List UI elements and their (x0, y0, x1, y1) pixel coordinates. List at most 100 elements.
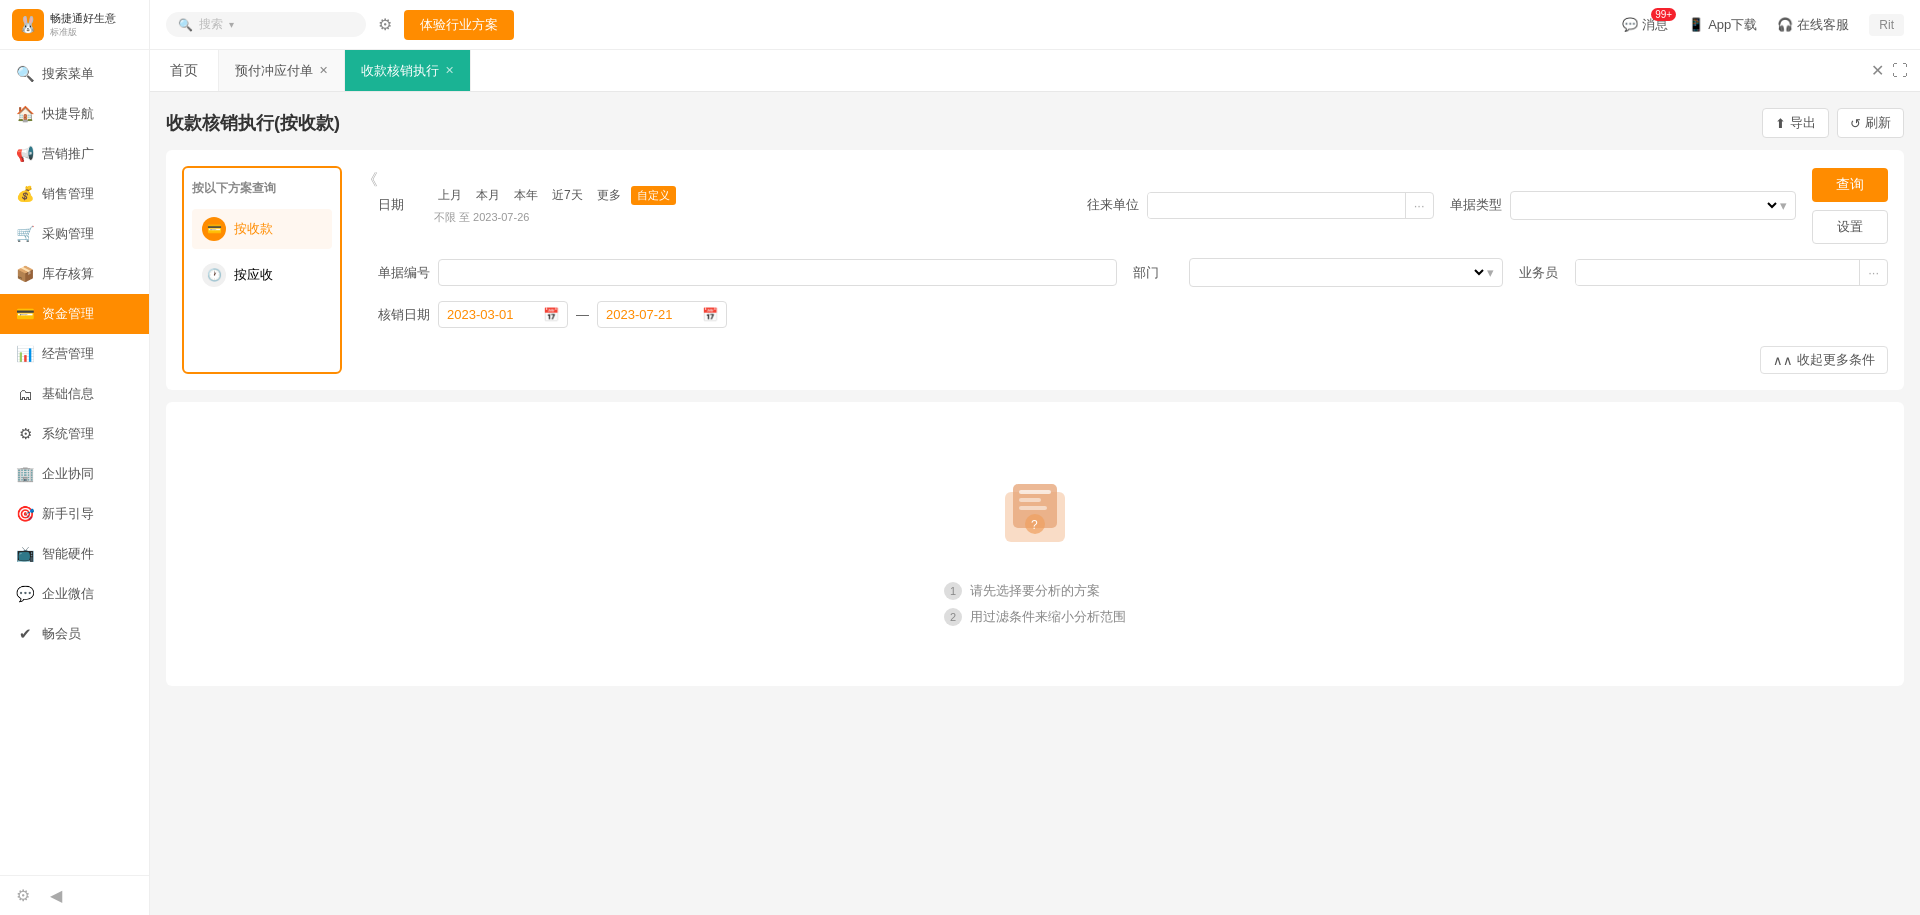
bill-no-input[interactable] (438, 259, 1117, 286)
sidebar-icon-beginner: 🎯 (16, 505, 34, 523)
tab-prepay-close[interactable]: ✕ (319, 64, 328, 77)
date-btn-this-year[interactable]: 本年 (510, 185, 542, 206)
top-header: 🔍 搜索 ▾ ⚙ 体验行业方案 💬 消息 99+ 📱 App下载 🎧 在线客服 … (150, 0, 1920, 50)
app-icon: 📱 (1688, 17, 1704, 32)
tab-receivable-label: 收款核销执行 (361, 62, 439, 80)
sidebar-icon-finance: 💳 (16, 305, 34, 323)
tab-receivable-writeoff[interactable]: 收款核销执行 ✕ (345, 50, 471, 91)
sidebar-icon-operation: 📊 (16, 345, 34, 363)
header-right: 💬 消息 99+ 📱 App下载 🎧 在线客服 Rit (1622, 14, 1904, 36)
dept-select[interactable] (1198, 264, 1487, 281)
bill-type-chevron: ▾ (1780, 198, 1787, 213)
sidebar-item-inventory[interactable]: 📦 库存核算 (0, 254, 149, 294)
msg-icon: 💬 (1622, 17, 1638, 32)
setting-btn[interactable]: 设置 (1812, 210, 1888, 244)
sidebar-label-operation: 经营管理 (42, 345, 94, 363)
sidebar-icon-system: ⚙ (16, 425, 34, 443)
sidebar-item-purchase[interactable]: 🛒 采购管理 (0, 214, 149, 254)
bill-type-select[interactable] (1519, 197, 1781, 214)
header-search-chevron: ▾ (229, 19, 234, 30)
collapse-sidebar-icon[interactable]: ◀ (50, 886, 62, 905)
tab-prepay-conflicts[interactable]: 预付冲应付单 ✕ (219, 50, 345, 91)
settings-bottom-icon[interactable]: ⚙ (16, 886, 30, 905)
writeoff-end-text[interactable] (606, 307, 696, 322)
writeoff-end-calendar[interactable]: 📅 (702, 307, 718, 322)
writeoff-end-input[interactable]: 📅 (597, 301, 727, 328)
staff-field: 业务员 ··· (1519, 259, 1889, 286)
writeoff-start-calendar[interactable]: 📅 (543, 307, 559, 322)
sidebar-item-operation[interactable]: 📊 经营管理 (0, 334, 149, 374)
header-msg[interactable]: 💬 消息 99+ (1622, 16, 1668, 34)
refresh-btn[interactable]: ↺ 刷新 (1837, 108, 1904, 138)
sidebar-bottom: ⚙ ◀ (0, 875, 149, 915)
sidebar-icon-marketing: 📢 (16, 145, 34, 163)
sidebar-item-marketing[interactable]: 📢 营销推广 (0, 134, 149, 174)
tab-home[interactable]: 首页 (150, 50, 219, 91)
sidebar-item-finance[interactable]: 💳 资金管理 (0, 294, 149, 334)
bill-type-select-wrapper[interactable]: ▾ (1510, 191, 1797, 220)
date-btn-this-month[interactable]: 本月 (472, 185, 504, 206)
dept-select-wrapper[interactable]: ▾ (1189, 258, 1503, 287)
date-btn-more[interactable]: 更多 (593, 185, 625, 206)
dept-field: 部门 ▾ (1133, 258, 1503, 287)
sidebar-item-enterprise[interactable]: 🏢 企业协同 (0, 454, 149, 494)
dept-label: 部门 (1133, 264, 1181, 282)
filter-panel: 按以下方案查询 💳 按收款 🕐 按应收 (182, 166, 342, 374)
export-btn[interactable]: ⬆ 导出 (1762, 108, 1829, 138)
sidebar-item-wechat[interactable]: 💬 企业微信 (0, 574, 149, 614)
industry-btn[interactable]: 体验行业方案 (404, 10, 514, 40)
sidebar-item-member[interactable]: ✔ 畅会员 (0, 614, 149, 654)
tab-receivable-close[interactable]: ✕ (445, 64, 454, 77)
sidebar-item-search-menu[interactable]: 🔍 搜索菜单 (0, 54, 149, 94)
logo-badge: 标准版 (50, 27, 116, 39)
empty-tip-1: 1 请先选择要分析的方案 (944, 582, 1126, 600)
header-app-download[interactable]: 📱 App下载 (1688, 16, 1757, 34)
partner-input[interactable]: ··· (1147, 192, 1434, 219)
date-btn-custom[interactable]: 自定义 (631, 186, 676, 205)
writeoff-start-input[interactable]: 📅 (438, 301, 568, 328)
bill-no-field: 单据编号 (378, 259, 1117, 286)
sidebar-item-beginner[interactable]: 🎯 新手引导 (0, 494, 149, 534)
page-header-actions: ⬆ 导出 ↺ 刷新 (1762, 108, 1904, 138)
filter-option-by-receipt[interactable]: 💳 按收款 (192, 209, 332, 249)
sidebar-item-system[interactable]: ⚙ 系统管理 (0, 414, 149, 454)
tip-text-2: 用过滤条件来缩小分析范围 (970, 608, 1126, 626)
sidebar-label-finance: 资金管理 (42, 305, 94, 323)
empty-state: ? 1 请先选择要分析的方案 2 用过滤条件来缩小分析范围 (166, 402, 1904, 686)
empty-tip-2: 2 用过滤条件来缩小分析范围 (944, 608, 1126, 626)
date-btn-7days[interactable]: 近7天 (548, 185, 587, 206)
writeoff-start-text[interactable] (447, 307, 537, 322)
sidebar-item-quick-nav[interactable]: 🏠 快捷导航 (0, 94, 149, 134)
tip-num-1: 1 (944, 582, 962, 600)
staff-input[interactable]: ··· (1575, 259, 1889, 286)
tip-text-1: 请先选择要分析的方案 (970, 582, 1100, 600)
sidebar-item-smart-hw[interactable]: 📺 智能硬件 (0, 534, 149, 574)
query-btn[interactable]: 查询 (1812, 168, 1888, 202)
header-gear-icon[interactable]: ⚙ (378, 15, 392, 34)
sidebar-label-search-menu: 搜索菜单 (42, 65, 94, 83)
tab-maximize-icon[interactable]: ⛶ (1892, 62, 1908, 80)
collapse-more-btn[interactable]: ∧∧ 收起更多条件 (1760, 346, 1888, 374)
header-service[interactable]: 🎧 在线客服 (1777, 16, 1849, 34)
bill-no-label: 单据编号 (378, 264, 430, 282)
partner-text-input[interactable] (1148, 193, 1405, 218)
sidebar-label-beginner: 新手引导 (42, 505, 94, 523)
header-search-area[interactable]: 🔍 搜索 ▾ (166, 12, 366, 37)
staff-ellipsis-icon[interactable]: ··· (1859, 260, 1887, 285)
staff-text-input[interactable] (1576, 260, 1860, 285)
sidebar-icon-search-menu: 🔍 (16, 65, 34, 83)
sidebar-label-member: 畅会员 (42, 625, 81, 643)
sidebar-label-enterprise: 企业协同 (42, 465, 94, 483)
sidebar-icon-enterprise: 🏢 (16, 465, 34, 483)
sidebar-item-basic-info[interactable]: 🗂 基础信息 (0, 374, 149, 414)
service-label: 在线客服 (1797, 16, 1849, 34)
filter-option-by-receivable[interactable]: 🕐 按应收 (192, 255, 332, 295)
partner-ellipsis-icon[interactable]: ··· (1405, 193, 1433, 218)
sidebar-item-sales[interactable]: 💰 销售管理 (0, 174, 149, 214)
sidebar-label-smart-hw: 智能硬件 (42, 545, 94, 563)
date-btn-last-month[interactable]: 上月 (434, 185, 466, 206)
filter-collapse-icon[interactable]: 《 (362, 166, 378, 191)
tab-close-all-icon[interactable]: ✕ (1871, 61, 1884, 80)
writeoff-date-sep: — (576, 307, 589, 322)
header-user[interactable]: Rit (1869, 14, 1904, 36)
